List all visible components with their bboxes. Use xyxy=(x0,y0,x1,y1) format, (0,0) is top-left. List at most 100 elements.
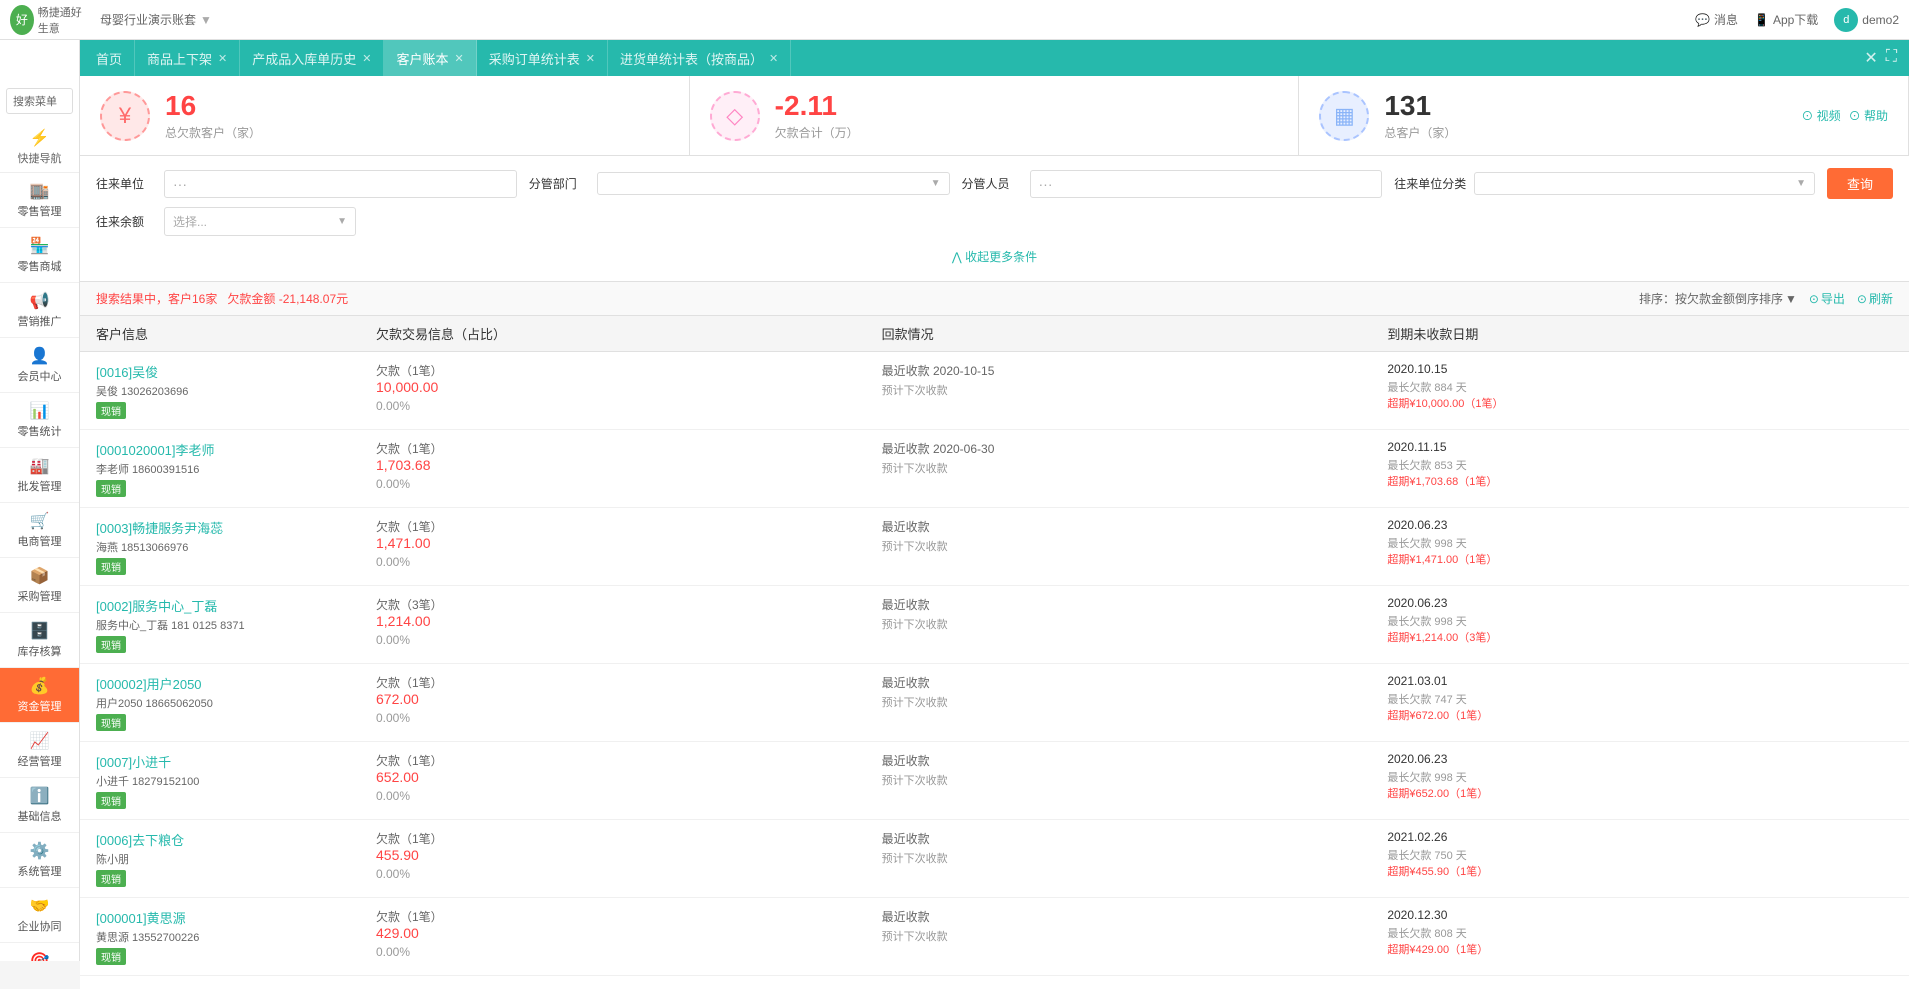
tab-product-off[interactable]: 商品上下架 ✕ xyxy=(135,40,240,76)
person-input[interactable]: ··· xyxy=(1030,170,1383,198)
search-menu-btn[interactable]: 搜索菜单 xyxy=(6,88,73,114)
last-collect: 最近收款 xyxy=(882,830,1388,847)
stat-info-debt: -2.11 欠款合计（万） xyxy=(775,90,859,141)
help-link[interactable]: ⊙ 帮助 xyxy=(1849,107,1888,124)
customer-info-col: [000002]用户2050 用户2050 18665062050 现销 xyxy=(96,674,376,731)
sidebar-item-business[interactable]: 📈 经营管理 xyxy=(0,723,79,778)
sort-dropdown-btn[interactable]: 排序：按欠款金额倒序排序 ▼ xyxy=(1639,290,1797,307)
balance-input[interactable]: 选择... ▼ xyxy=(164,207,356,236)
sidebar-item-marketing[interactable]: 📢 营销推广 xyxy=(0,283,79,338)
quick-nav-section: ⚡ 快捷导航 xyxy=(0,122,79,173)
customer-code[interactable]: [0016]吴俊 xyxy=(96,362,376,381)
debt-info-col: 欠款（1笔） 652.00 0.00% xyxy=(376,752,882,809)
overdue-link[interactable]: 超期¥1,703.68（1笔） xyxy=(1387,473,1893,489)
overdue-link[interactable]: 超期¥1,214.00（3笔） xyxy=(1387,629,1893,645)
due-date-col: 2020.11.15 最长欠款 853 天 超期¥1,703.68（1笔） xyxy=(1387,440,1893,497)
debt-pct: 0.00% xyxy=(376,555,882,569)
sidebar-item-batch-mgmt[interactable]: 🏭 批发管理 xyxy=(0,448,79,503)
debt-amount: 429.00 xyxy=(376,925,882,941)
tab-close-customer-account[interactable]: ✕ xyxy=(455,52,464,65)
stats-area: ¥ 16 总欠款客户（家） ◇ -2.11 欠款合计（万） ▦ 131 总客户（… xyxy=(80,76,1909,156)
tab-product-history[interactable]: 产成品入库单历史 ✕ xyxy=(240,40,384,76)
top-right-area: 💬 消息 📱 App下载 d demo2 xyxy=(1695,8,1899,32)
overdue-link[interactable]: 超期¥429.00（1笔） xyxy=(1387,941,1893,957)
debt-pct: 0.00% xyxy=(376,633,882,647)
next-collect: 预计下次收款 xyxy=(882,460,1388,476)
sidebar-item-guide[interactable]: 🎯 新手引导 xyxy=(0,943,79,961)
sidebar-item-basic-info[interactable]: ℹ️ 基础信息 xyxy=(0,778,79,833)
sidebar-item-enterprise[interactable]: 🤝 企业协同 xyxy=(0,888,79,943)
overdue-link[interactable]: 超期¥652.00（1笔） xyxy=(1387,785,1893,801)
overdue-link[interactable]: 超期¥672.00（1笔） xyxy=(1387,707,1893,723)
sidebar-item-ecommerce[interactable]: 🛒 电商管理 xyxy=(0,503,79,558)
table-row: [0002]服务中心_丁磊 服务中心_丁磊 181 0125 8371 现销 欠… xyxy=(80,586,1909,664)
due-date-col: 2021.03.01 最长欠款 747 天 超期¥672.00（1笔） xyxy=(1387,674,1893,731)
table-row: [0001020001]李老师 李老师 18600391516 现销 欠款（1笔… xyxy=(80,430,1909,508)
customer-code[interactable]: [000002]用户2050 xyxy=(96,674,376,693)
export-btn[interactable]: ⊙ 导出 xyxy=(1809,290,1845,307)
sidebar-item-inventory[interactable]: 🗄️ 库存核算 xyxy=(0,613,79,668)
basic-info-icon: ℹ️ xyxy=(30,786,50,806)
sidebar: 搜索菜单 ⚡ 快捷导航 🏬 零售管理 🏪 零售商城 📢 营销推广 👤 会员中心 … xyxy=(0,0,80,961)
overdue-link[interactable]: 超期¥1,471.00（1笔） xyxy=(1387,551,1893,567)
store-selector[interactable]: 母婴行业演示账套 ▼ xyxy=(100,11,212,28)
stat-info-total: 131 总客户（家） xyxy=(1384,90,1456,141)
inventory-icon: 🗄️ xyxy=(30,621,50,641)
recovery-col: 最近收款 预计下次收款 xyxy=(882,830,1388,887)
tab-maximize-btn[interactable]: ⛶ xyxy=(1886,48,1897,68)
collapse-btn[interactable]: ⋀ 收起更多条件 xyxy=(96,244,1893,269)
tab-customer-account[interactable]: 客户账本 ✕ xyxy=(384,40,476,76)
recovery-col: 最近收款 预计下次收款 xyxy=(882,596,1388,653)
debt-number: -2.11 xyxy=(775,90,859,122)
customer-info-col: [0002]服务中心_丁磊 服务中心_丁磊 181 0125 8371 现销 xyxy=(96,596,376,653)
sidebar-item-retail-stats[interactable]: 📊 零售统计 xyxy=(0,393,79,448)
search-button[interactable]: 查询 xyxy=(1827,168,1893,199)
tab-close-product-history[interactable]: ✕ xyxy=(362,52,371,65)
sidebar-item-system[interactable]: ⚙️ 系统管理 xyxy=(0,833,79,888)
guide-icon: 🎯 xyxy=(30,951,50,961)
refresh-btn[interactable]: ⊙ 刷新 xyxy=(1857,290,1893,307)
customer-code[interactable]: [0001020001]李老师 xyxy=(96,440,376,459)
customer-info-col: [0001020001]李老师 李老师 18600391516 现销 xyxy=(96,440,376,497)
tab-close-inbound-stats[interactable]: ✕ xyxy=(769,52,778,65)
overdue-link[interactable]: 超期¥455.90（1笔） xyxy=(1387,863,1893,879)
user-avatar-btn[interactable]: d demo2 xyxy=(1834,8,1899,32)
sidebar-item-finance[interactable]: 💰 资金管理 xyxy=(0,668,79,723)
recovery-col: 最近收款 预计下次收款 xyxy=(882,752,1388,809)
debt-amount: 1,471.00 xyxy=(376,535,882,551)
sidebar-item-member[interactable]: 👤 会员中心 xyxy=(0,338,79,393)
video-help-link[interactable]: ⊙ 视频 xyxy=(1801,107,1840,124)
next-collect: 预计下次收款 xyxy=(882,850,1388,866)
refresh-icon: ⊙ xyxy=(1857,292,1867,306)
overdue-link[interactable]: 超期¥10,000.00（1笔） xyxy=(1387,395,1893,411)
customer-info-col: [000001]黄思源 黄思源 13552700226 现销 xyxy=(96,908,376,965)
stat-card-total-customers: ▦ 131 总客户（家） ⊙ 视频 ⊙ 帮助 xyxy=(1299,76,1909,155)
dept-input[interactable]: ▼ xyxy=(597,172,950,195)
customer-code[interactable]: [0002]服务中心_丁磊 xyxy=(96,596,376,615)
customer-code[interactable]: [000001]黄思源 xyxy=(96,908,376,927)
from-unit-input[interactable]: ··· xyxy=(164,170,517,198)
table-row: [0006]去下粮仓 陈小朋 现销 欠款（1笔） 455.90 0.00% 最近… xyxy=(80,820,1909,898)
tab-close-purchase-order[interactable]: ✕ xyxy=(586,52,595,65)
message-btn[interactable]: 💬 消息 xyxy=(1695,11,1738,28)
customer-code[interactable]: [0007]小进千 xyxy=(96,752,376,771)
customer-code[interactable]: [0006]去下粮仓 xyxy=(96,830,376,849)
balance-arrow-icon: ▼ xyxy=(337,216,347,227)
dept-label: 分管部门 xyxy=(529,175,589,192)
stat-card-overdue-customers: ¥ 16 总欠款客户（家） xyxy=(80,76,690,155)
sidebar-item-retail-mgmt[interactable]: 🏬 零售管理 xyxy=(0,173,79,228)
tab-close-all-btn[interactable]: ✕ xyxy=(1864,48,1877,68)
sidebar-item-retail-mall[interactable]: 🏪 零售商城 xyxy=(0,228,79,283)
tab-close-product-off[interactable]: ✕ xyxy=(218,52,227,65)
table-row: [0003]畅捷服务尹海蕊 海燕 18513066976 现销 欠款（1笔） 1… xyxy=(80,508,1909,586)
debt-count: 欠款（1笔） xyxy=(376,752,882,769)
debt-count: 欠款（1笔） xyxy=(376,908,882,925)
tab-home[interactable]: 首页 xyxy=(84,40,135,76)
customers-icon-circle: ¥ xyxy=(100,91,150,141)
sidebar-item-purchase[interactable]: 📦 采购管理 xyxy=(0,558,79,613)
tab-purchase-order[interactable]: 采购订单统计表 ✕ xyxy=(477,40,608,76)
unit-category-input[interactable]: ▼ xyxy=(1474,172,1815,195)
app-download-btn[interactable]: 📱 App下载 xyxy=(1754,11,1818,28)
tab-inbound-stats[interactable]: 进货单统计表（按商品） ✕ xyxy=(608,40,791,76)
customer-code[interactable]: [0003]畅捷服务尹海蕊 xyxy=(96,518,376,537)
